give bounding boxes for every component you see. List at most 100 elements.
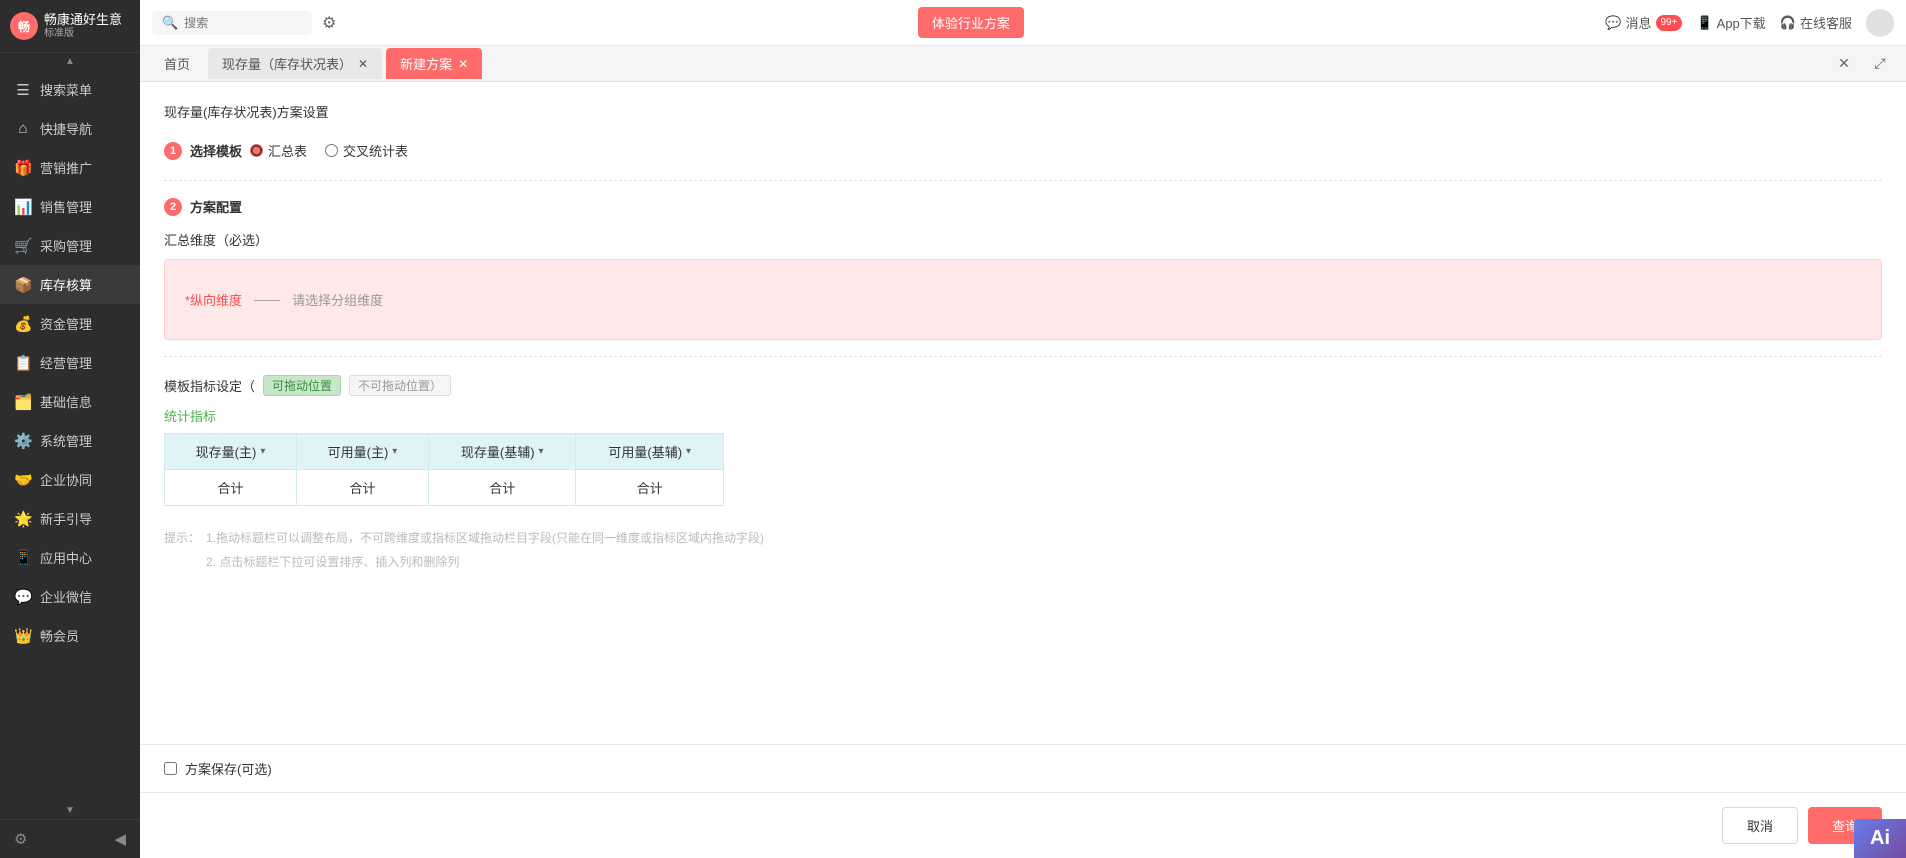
stats-table: 现存量(主) ▾ 可用量(主) ▾ — [164, 433, 724, 506]
logo-text: 畅康通好生意 标准版 — [44, 12, 122, 40]
sidebar-item-finance[interactable]: 💰 资金管理 — [0, 304, 140, 343]
logo-icon: 畅 — [10, 12, 38, 40]
col-header-2[interactable]: 可用量(主) ▾ — [296, 434, 428, 470]
sidebar-item-label: 营销推广 — [40, 158, 92, 177]
sidebar-item-operation[interactable]: 📋 经营管理 — [0, 343, 140, 382]
sidebar-bottom: ⚙ ◀ — [0, 819, 140, 858]
sidebar-item-marketing[interactable]: 🎁 营销推广 — [0, 148, 140, 187]
sidebar-item-sales[interactable]: 📊 销售管理 — [0, 187, 140, 226]
search-input[interactable] — [184, 16, 284, 30]
sidebar-logo: 畅 畅康通好生意 标准版 — [0, 0, 140, 53]
col-header-3[interactable]: 现存量(基辅) ▾ — [428, 434, 576, 470]
logo-sub: 标准版 — [44, 28, 122, 40]
col4-dropdown-icon[interactable]: ▾ — [686, 446, 691, 457]
sidebar-item-quick-nav[interactable]: ⌂ 快捷导航 — [0, 109, 140, 148]
window-expand-button[interactable]: ⤢ — [1864, 48, 1896, 80]
section-choose-template: 1 选择模板 汇总表 交叉统计表 — [164, 141, 1882, 160]
sidebar-item-member[interactable]: 👑 畅会员 — [0, 616, 140, 655]
sidebar: 畅 畅康通好生意 标准版 ▲ ☰ 搜索菜单 ⌂ 快捷导航 🎁 营销推广 📊 销售… — [0, 0, 140, 858]
radio-summary-input[interactable] — [250, 144, 263, 157]
tip-1: 提示： 1.拖动标题栏可以调整布局，不可跨维度或指标区域拖动栏目字段(只能在同一… — [164, 526, 1882, 550]
col-header-4[interactable]: 可用量(基辅) ▾ — [576, 434, 724, 470]
user-avatar[interactable] — [1866, 9, 1894, 37]
sidebar-settings-icon[interactable]: ⚙ — [14, 830, 27, 848]
tip-text-1: 1.拖动标题栏可以调整布局，不可跨维度或指标区域拖动栏目字段(只能在同一维度或指… — [206, 526, 764, 550]
section2-title: 方案配置 — [190, 197, 242, 216]
ai-badge[interactable]: Ai — [1854, 819, 1906, 858]
section2-num: 2 — [164, 198, 182, 216]
tab-inventory-close-icon[interactable]: ✕ — [358, 57, 368, 71]
tip-text-2: 2. 点击标题栏下拉可设置排序、插入列和删除列 — [206, 550, 459, 574]
sidebar-item-search-menu[interactable]: ☰ 搜索菜单 — [0, 70, 140, 109]
marketing-icon: 🎁 — [14, 159, 32, 177]
tab-new-scheme-label: 新建方案 — [400, 54, 452, 73]
radio-crosstab[interactable]: 交叉统计表 — [325, 141, 408, 160]
sidebar-item-purchase[interactable]: 🛒 采购管理 — [0, 226, 140, 265]
sidebar-item-label: 企业协同 — [40, 470, 92, 489]
tab-inventory-status[interactable]: 现存量（库存状况表） ✕ — [208, 48, 382, 79]
col2-sub: 合计 — [296, 470, 428, 506]
sidebar-item-label: 搜索菜单 — [40, 80, 92, 99]
sidebar-item-basic-info[interactable]: 🗂️ 基础信息 — [0, 382, 140, 421]
tab-new-scheme[interactable]: 新建方案 ✕ — [386, 48, 482, 79]
section1-num: 1 — [164, 142, 182, 160]
col2-dropdown-icon[interactable]: ▾ — [392, 446, 397, 457]
draggable-tag: 可拖动位置 — [263, 375, 341, 396]
dimension-required-marker: *纵向维度 — [185, 290, 242, 309]
system-icon: ⚙️ — [14, 432, 32, 450]
topbar-search-box[interactable]: 🔍 — [152, 11, 312, 35]
template-radio-group: 汇总表 交叉统计表 — [250, 141, 408, 160]
app-download-button[interactable]: 📱 App下载 — [1696, 13, 1765, 32]
sidebar-audio-icon[interactable]: ◀ — [114, 830, 126, 848]
col3-dropdown-icon[interactable]: ▾ — [539, 446, 544, 457]
tab-new-scheme-close-icon[interactable]: ✕ — [458, 57, 468, 71]
sidebar-scroll-down[interactable]: ▼ — [0, 802, 140, 819]
col2-label: 可用量(主) — [328, 442, 389, 461]
basic-info-icon: 🗂️ — [14, 393, 32, 411]
sidebar-item-inventory[interactable]: 📦 库存核算 — [0, 265, 140, 304]
sidebar-item-system[interactable]: ⚙️ 系统管理 — [0, 421, 140, 460]
radio-crosstab-input[interactable] — [325, 144, 338, 157]
service-icon: 🎧 — [1780, 15, 1796, 31]
message-button[interactable]: 💬 消息 99+ — [1605, 13, 1682, 32]
content-inner: 现存量(库存状况表)方案设置 1 选择模板 汇总表 交叉统计表 — [140, 82, 1906, 744]
online-service-button[interactable]: 🎧 在线客服 — [1780, 13, 1852, 32]
save-section: 方案保存(可选) — [140, 744, 1906, 792]
col1-sub: 合计 — [165, 470, 297, 506]
enterprise-icon: 🤝 — [14, 471, 32, 489]
tips-area: 提示： 1.拖动标题栏可以调整布局，不可跨维度或指标区域拖动栏目字段(只能在同一… — [164, 526, 1882, 574]
message-badge: 99+ — [1656, 15, 1683, 31]
tab-inventory-status-label: 现存量（库存状况表） — [222, 54, 352, 73]
section-scheme-config: 2 方案配置 汇总维度（必选） *纵向维度 —— 请选择分组维度 模板指标设定（… — [164, 197, 1882, 574]
non-draggable-tag: 不可拖动位置） — [349, 375, 451, 396]
divider-1 — [164, 180, 1882, 181]
sidebar-item-wechat[interactable]: 💬 企业微信 — [0, 577, 140, 616]
save-label: 方案保存(可选) — [185, 759, 272, 778]
sidebar-item-newuser[interactable]: 🌟 新手引导 — [0, 499, 140, 538]
indicator-settings: 模板指标设定（ 可拖动位置 不可拖动位置） 统计指标 现存量(主) ▾ — [164, 375, 1882, 506]
col-header-1[interactable]: 现存量(主) ▾ — [165, 434, 297, 470]
window-close-button[interactable]: ✕ — [1828, 48, 1860, 80]
tab-home[interactable]: 首页 — [150, 48, 204, 79]
radio-summary[interactable]: 汇总表 — [250, 141, 307, 160]
dimension-box[interactable]: *纵向维度 —— 请选择分组维度 — [164, 259, 1882, 340]
online-service-label: 在线客服 — [1800, 13, 1852, 32]
sidebar-item-label: 应用中心 — [40, 548, 92, 567]
topbar-settings-icon[interactable]: ⚙ — [322, 13, 336, 33]
divider-2 — [164, 356, 1882, 357]
message-label: 消息 — [1625, 13, 1651, 32]
sidebar-item-enterprise[interactable]: 🤝 企业协同 — [0, 460, 140, 499]
save-checkbox[interactable] — [164, 762, 177, 775]
tip-prefix-1: 提示： — [164, 526, 200, 550]
sidebar-item-app-center[interactable]: 📱 应用中心 — [0, 538, 140, 577]
cancel-button[interactable]: 取消 — [1722, 807, 1798, 844]
app-download-label: App下载 — [1717, 13, 1766, 32]
sidebar-scroll-up[interactable]: ▲ — [0, 53, 140, 70]
main-area: 🔍 ⚙ 体验行业方案 💬 消息 99+ 📱 App下载 🎧 在线客服 首页 — [140, 0, 1906, 858]
app-center-icon: 📱 — [14, 549, 32, 567]
wechat-icon: 💬 — [14, 588, 32, 606]
trial-industry-button[interactable]: 体验行业方案 — [918, 7, 1024, 38]
col1-dropdown-icon[interactable]: ▾ — [260, 446, 265, 457]
tip-2: 提示： 2. 点击标题栏下拉可设置排序、插入列和删除列 — [164, 550, 1882, 574]
dimension-placeholder: 请选择分组维度 — [292, 290, 383, 309]
